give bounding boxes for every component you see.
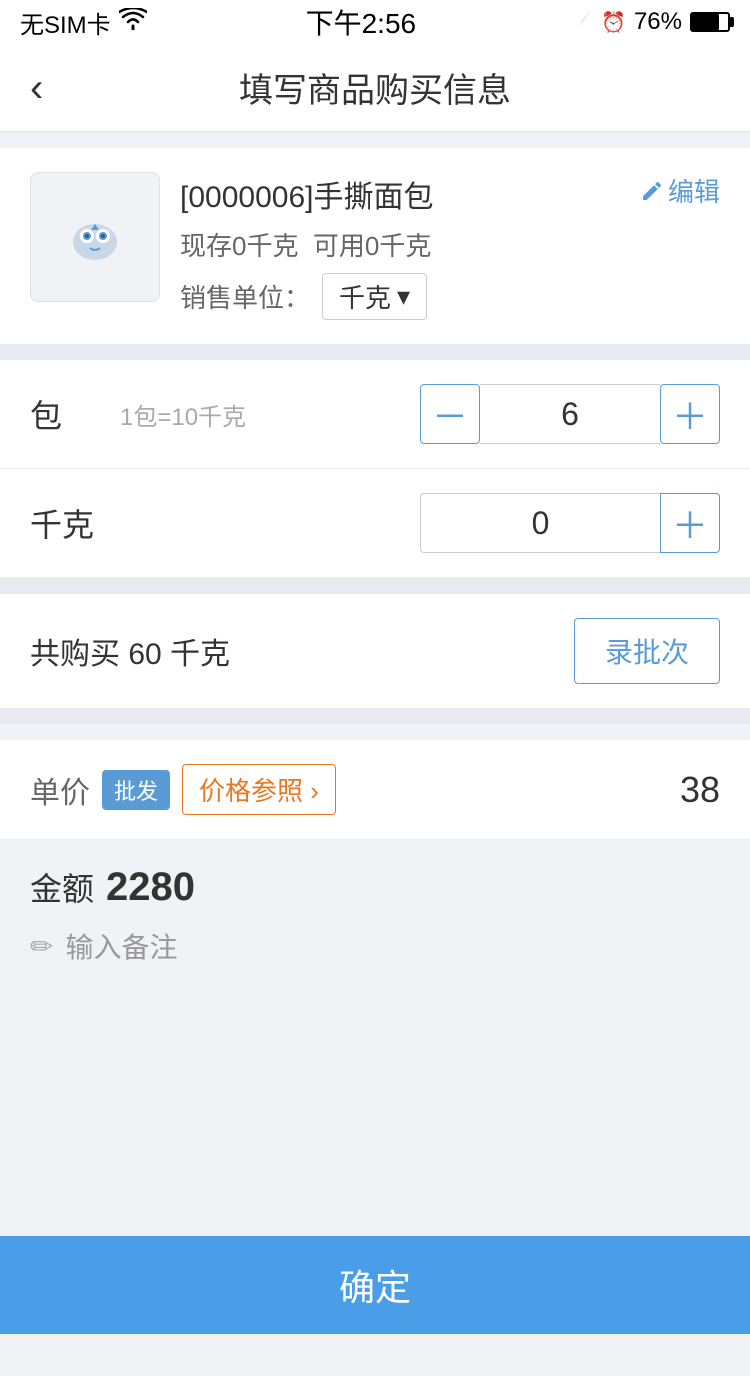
product-name: [0000006]手撕面包	[180, 172, 433, 216]
package-plus-btn[interactable]: ＋	[660, 384, 720, 444]
gps-icon	[575, 8, 593, 37]
kilogram-label: 千克	[30, 500, 110, 546]
separator-3	[0, 708, 750, 724]
total-text: 共购买 60 千克	[30, 629, 230, 673]
kilogram-plus-btn[interactable]: ＋	[660, 493, 720, 553]
remark-placeholder: 输入备注	[65, 926, 177, 966]
battery-percent: 76%	[634, 8, 682, 36]
package-quantity-control: － ＋	[420, 384, 720, 444]
price-section: 单价 批发 价格参照 › 38	[0, 740, 750, 840]
edit-link[interactable]: 编辑	[640, 172, 720, 209]
battery-icon	[690, 12, 730, 32]
price-label: 单价	[30, 768, 90, 812]
confirm-button[interactable]: 确定	[0, 1236, 750, 1334]
total-row: 共购买 60 千克 录批次	[0, 594, 750, 708]
batch-button[interactable]: 录批次	[574, 618, 720, 684]
amount-row: 金额 2280	[30, 864, 720, 910]
nav-bar: ‹ 填写商品购买信息	[0, 44, 750, 132]
package-hint: 1包=10千克	[120, 397, 420, 432]
product-card: [0000006]手撕面包 编辑 现存0千克 可用0千克 销售单位： 千克 ▾	[0, 148, 750, 344]
remark-row[interactable]: ✏ 输入备注	[30, 926, 720, 966]
package-minus-btn[interactable]: －	[420, 384, 480, 444]
price-badge: 批发	[102, 770, 170, 810]
package-label: 包	[30, 391, 110, 437]
price-value: 38	[680, 769, 720, 811]
status-left: 无SIM卡	[20, 5, 147, 40]
input-section: 包 1包=10千克 － ＋ 千克 ＋	[0, 360, 750, 578]
kilogram-qty-input[interactable]	[420, 493, 660, 553]
status-bar: 无SIM卡 下午2:56 ⏰ 76%	[0, 0, 750, 44]
status-time: 下午2:56	[306, 2, 417, 42]
amount-value: 2280	[106, 865, 195, 910]
wifi-icon	[119, 8, 147, 36]
product-info: [0000006]手撕面包 编辑 现存0千克 可用0千克 销售单位： 千克 ▾	[180, 172, 720, 320]
package-qty-input[interactable]	[480, 384, 660, 444]
pencil-icon: ✏	[30, 930, 53, 963]
page-title: 填写商品购买信息	[239, 63, 511, 112]
amount-label: 金额	[30, 864, 94, 910]
product-unit-row: 销售单位： 千克 ▾	[180, 273, 720, 320]
kilogram-quantity-control: ＋	[420, 493, 720, 553]
unit-selector[interactable]: 千克 ▾	[322, 273, 427, 320]
package-row: 包 1包=10千克 － ＋	[0, 360, 750, 469]
product-stock: 现存0千克 可用0千克	[180, 226, 720, 263]
separator-1	[0, 344, 750, 360]
back-button[interactable]: ‹	[30, 68, 43, 108]
carrier-text: 无SIM卡	[20, 5, 111, 40]
separator-2	[0, 578, 750, 594]
amount-section: 金额 2280 ✏ 输入备注	[0, 840, 750, 976]
price-ref-button[interactable]: 价格参照 ›	[182, 764, 336, 815]
product-image	[30, 172, 160, 302]
kilogram-row: 千克 ＋	[0, 469, 750, 578]
status-right: ⏰ 76%	[575, 8, 730, 37]
price-row: 单价 批发 价格参照 › 38	[0, 740, 750, 840]
alarm-icon: ⏰	[601, 10, 626, 35]
